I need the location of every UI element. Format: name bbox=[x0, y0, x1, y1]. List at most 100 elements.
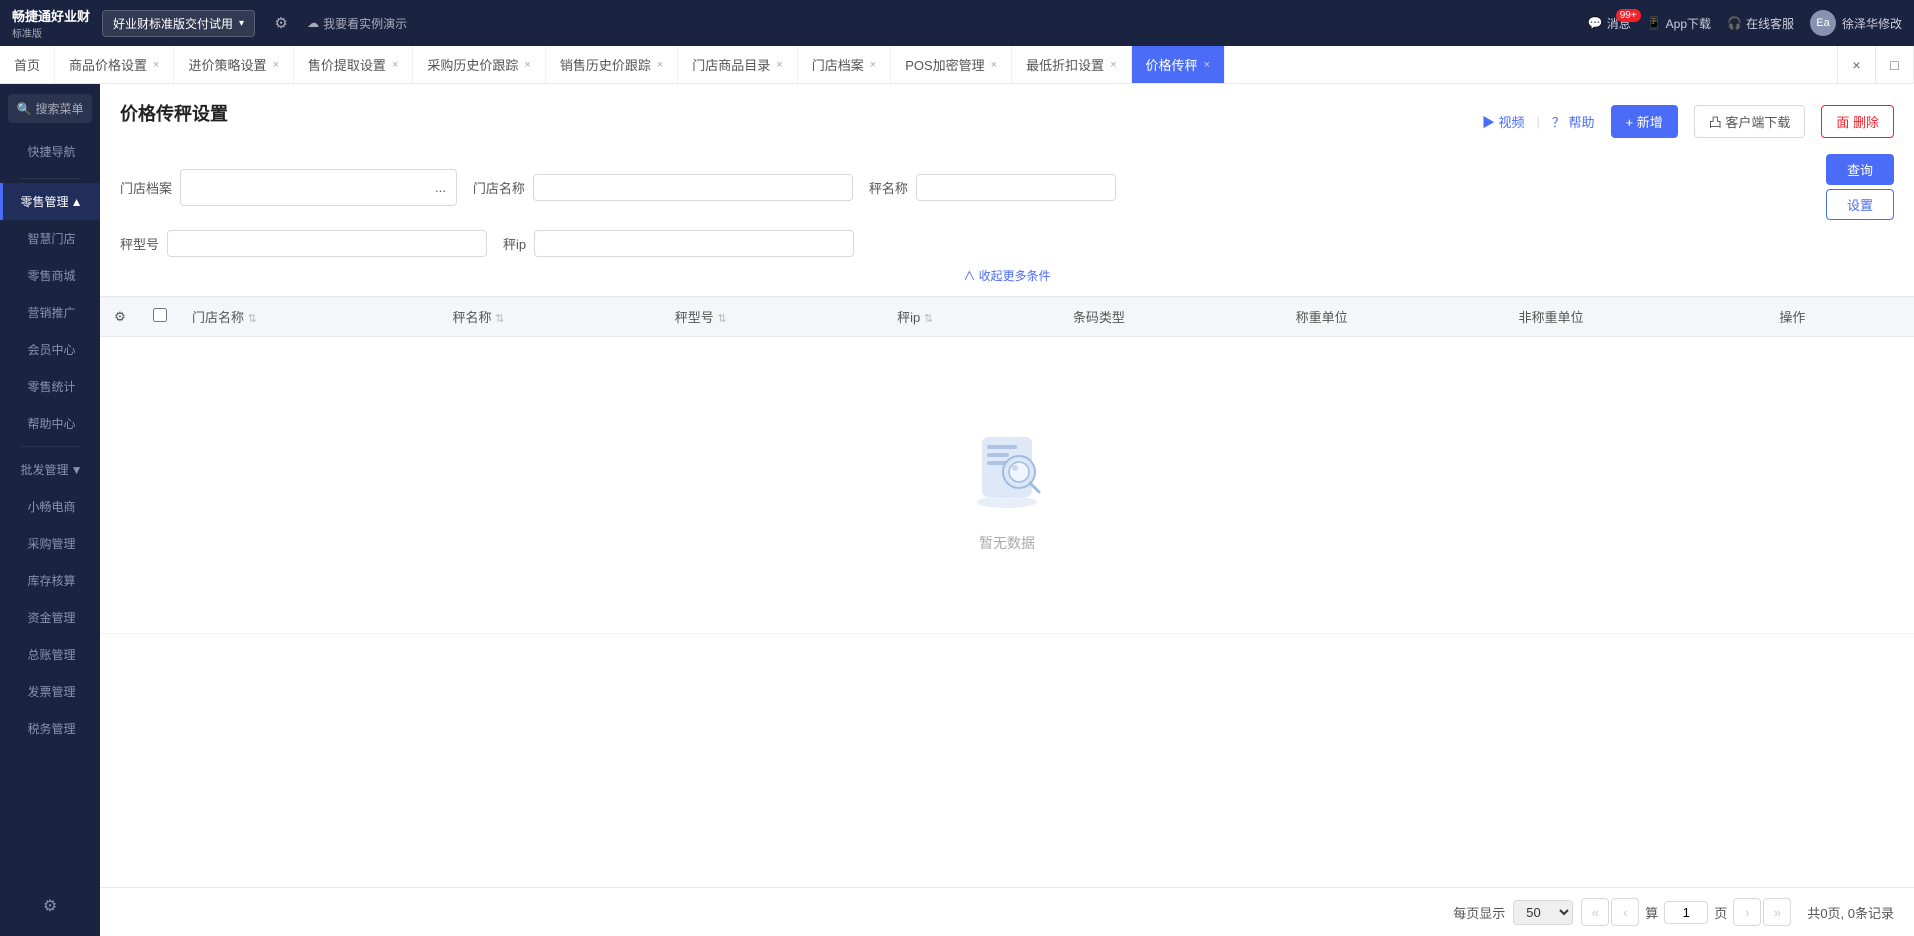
online-service-action[interactable]: 🎧 在线客服 bbox=[1727, 15, 1794, 32]
logo-main: 畅捷通好业财 bbox=[12, 6, 90, 25]
store-file-input[interactable] bbox=[191, 175, 431, 200]
store-name-input[interactable] bbox=[533, 174, 853, 201]
sidebar-item-finance[interactable]: 资金管理 bbox=[0, 599, 100, 636]
tab-purchase-strategy[interactable]: 进价策略设置 × bbox=[174, 46, 293, 84]
tab-close-icon[interactable]: × bbox=[776, 59, 782, 71]
sort-icon: ⇅ bbox=[717, 313, 726, 325]
tab-price-setting[interactable]: 商品价格设置 × bbox=[55, 46, 174, 84]
top-bar: 畅捷通好业财 标准版 好业财标准版交付试用 ▾ ⚙ ☁ 我要看实例演示 💬 消息… bbox=[0, 0, 1914, 46]
question-icon: ？ bbox=[1552, 115, 1565, 130]
prev-page-button[interactable]: ‹ bbox=[1611, 898, 1639, 926]
gear-icon[interactable]: ⚙ bbox=[267, 9, 295, 37]
sidebar-item-purchase-mgmt[interactable]: 采购管理 bbox=[0, 525, 100, 562]
add-button[interactable]: + 新增 bbox=[1611, 105, 1678, 138]
sidebar-item-help[interactable]: 帮助中心 bbox=[0, 405, 100, 442]
tab-expand-window-button[interactable]: □ bbox=[1876, 46, 1914, 84]
sidebar-item-wholesale-mgmt[interactable]: 批发管理 ▼ bbox=[0, 451, 100, 488]
sidebar-gear-icon[interactable]: ⚙ bbox=[39, 886, 61, 926]
tab-close-icon[interactable]: × bbox=[1110, 59, 1116, 71]
inventory-label: 库存核算 bbox=[27, 574, 75, 588]
scale-name-input[interactable] bbox=[916, 174, 1116, 201]
per-page-select[interactable]: 10 20 50 100 bbox=[1513, 900, 1573, 925]
th-scale-model-label: 秤型号 bbox=[675, 310, 714, 325]
scale-ip-input[interactable] bbox=[534, 230, 854, 257]
scale-model-input[interactable] bbox=[167, 230, 487, 257]
th-gear[interactable]: ⚙ bbox=[100, 297, 140, 337]
page-word: 算 bbox=[1641, 903, 1662, 922]
search-menu-label: 搜索菜单 bbox=[35, 100, 83, 117]
tab-close-icon[interactable]: × bbox=[272, 59, 278, 71]
sidebar-item-tax[interactable]: 税务管理 bbox=[0, 710, 100, 747]
sidebar-item-smart-store[interactable]: 智慧门店 bbox=[0, 220, 100, 257]
tab-active-close-icon[interactable]: × bbox=[1204, 59, 1210, 71]
arrow-down-icon: ▼ bbox=[71, 463, 83, 477]
sidebar-bottom: ⚙ bbox=[39, 876, 61, 936]
sidebar-item-quick-nav[interactable]: 快捷导航 bbox=[0, 133, 100, 170]
sidebar-item-retail-mgmt[interactable]: 零售管理 ▲ bbox=[0, 183, 100, 220]
tab-store-catalog[interactable]: 门店商品目录 × bbox=[678, 46, 797, 84]
tab-close-icon[interactable]: × bbox=[657, 59, 663, 71]
sort-icon: ⇅ bbox=[924, 313, 933, 325]
quick-nav-label: 快捷导航 bbox=[27, 145, 75, 159]
page-number-input[interactable] bbox=[1664, 901, 1708, 924]
version-label: 好业财标准版交付试用 bbox=[113, 15, 233, 32]
delete-button[interactable]: 面 删除 bbox=[1821, 105, 1894, 138]
header-actions: 价格传秤设置 ▶ 视频 | ？ 帮助 + 新增 凸 客户端 bbox=[120, 100, 1894, 142]
tab-close-window-button[interactable]: × bbox=[1838, 46, 1876, 84]
tab-min-discount[interactable]: 最低折扣设置 × bbox=[1012, 46, 1131, 84]
th-scale-model[interactable]: 秤型号 ⇅ bbox=[663, 297, 885, 337]
store-file-select[interactable]: ... bbox=[180, 169, 457, 206]
invoice-label: 发票管理 bbox=[27, 685, 75, 699]
sidebar-item-ledger[interactable]: 总账管理 bbox=[0, 636, 100, 673]
th-scale-name[interactable]: 秤名称 ⇅ bbox=[440, 297, 662, 337]
query-button[interactable]: 查询 bbox=[1826, 154, 1894, 185]
arrow-up-icon: ▲ bbox=[71, 195, 83, 209]
version-selector[interactable]: 好业财标准版交付试用 ▾ bbox=[102, 10, 255, 37]
first-page-button[interactable]: « bbox=[1581, 898, 1609, 926]
tab-close-icon[interactable]: × bbox=[991, 59, 997, 71]
next-page-button[interactable]: › bbox=[1733, 898, 1761, 926]
message-action[interactable]: 💬 消息 99+ bbox=[1588, 15, 1631, 32]
th-non-weight-unit-label: 非称重单位 bbox=[1518, 310, 1583, 325]
th-scale-ip[interactable]: 秤ip ⇅ bbox=[885, 297, 1061, 337]
tab-home[interactable]: 首页 bbox=[0, 46, 55, 84]
tab-store-file[interactable]: 门店档案 × bbox=[798, 46, 891, 84]
tab-pos-management[interactable]: POS加密管理 × bbox=[891, 46, 1012, 84]
tab-purchase-history[interactable]: 采购历史价跟踪 × bbox=[413, 46, 545, 84]
more-icon[interactable]: ... bbox=[435, 180, 446, 195]
collapse-button[interactable]: ∧ 收起更多条件 bbox=[963, 267, 1050, 284]
tab-close-icon[interactable]: × bbox=[153, 59, 159, 71]
help-label: 帮助 bbox=[1569, 115, 1595, 130]
tab-sale-pickup[interactable]: 售价提取设置 × bbox=[294, 46, 413, 84]
search-menu-button[interactable]: 🔍 搜索菜单 bbox=[8, 94, 92, 123]
sidebar-item-retail-mall[interactable]: 零售商城 bbox=[0, 257, 100, 294]
th-scale-ip-label: 秤ip bbox=[897, 310, 920, 325]
sidebar-item-member[interactable]: 会员中心 bbox=[0, 331, 100, 368]
tab-close-icon[interactable]: × bbox=[870, 59, 876, 71]
demo-link[interactable]: ☁ 我要看实例演示 bbox=[307, 15, 407, 32]
select-all-checkbox[interactable] bbox=[153, 308, 167, 322]
set-button[interactable]: 设置 bbox=[1826, 189, 1894, 220]
sidebar-item-xiaochang[interactable]: 小畅电商 bbox=[0, 488, 100, 525]
th-store-name[interactable]: 门店名称 ⇅ bbox=[180, 297, 440, 337]
tab-price-setting-label: 商品价格设置 bbox=[69, 55, 147, 74]
filter-store-file: 门店档案 ... bbox=[120, 169, 457, 206]
filter-scale-ip: 秤ip bbox=[503, 230, 854, 257]
tab-sale-history[interactable]: 销售历史价跟踪 × bbox=[546, 46, 678, 84]
sidebar-item-invoice[interactable]: 发票管理 bbox=[0, 673, 100, 710]
sidebar-item-marketing[interactable]: 营销推广 bbox=[0, 294, 100, 331]
download-client-button[interactable]: 凸 客户端下载 bbox=[1694, 105, 1806, 138]
tab-close-icon[interactable]: × bbox=[392, 59, 398, 71]
tab-close-icon[interactable]: × bbox=[524, 59, 530, 71]
user-menu[interactable]: Ea 徐泽华修改 bbox=[1810, 10, 1902, 36]
tab-purchase-history-label: 采购历史价跟踪 bbox=[427, 55, 518, 74]
video-link[interactable]: ▶ 视频 bbox=[1482, 112, 1525, 131]
sidebar-item-inventory[interactable]: 库存核算 bbox=[0, 562, 100, 599]
filter-area: 门店档案 ... 门店名称 秤名称 bbox=[120, 154, 1894, 284]
search-icon: 🔍 bbox=[17, 102, 32, 116]
app-download-action[interactable]: 📱 App下载 bbox=[1647, 15, 1711, 32]
help-link[interactable]: ？ 帮助 bbox=[1552, 112, 1595, 131]
last-page-button[interactable]: » bbox=[1763, 898, 1791, 926]
tab-price-scale[interactable]: 价格传秤 × bbox=[1132, 46, 1225, 84]
sidebar-item-retail-stats[interactable]: 零售统计 bbox=[0, 368, 100, 405]
